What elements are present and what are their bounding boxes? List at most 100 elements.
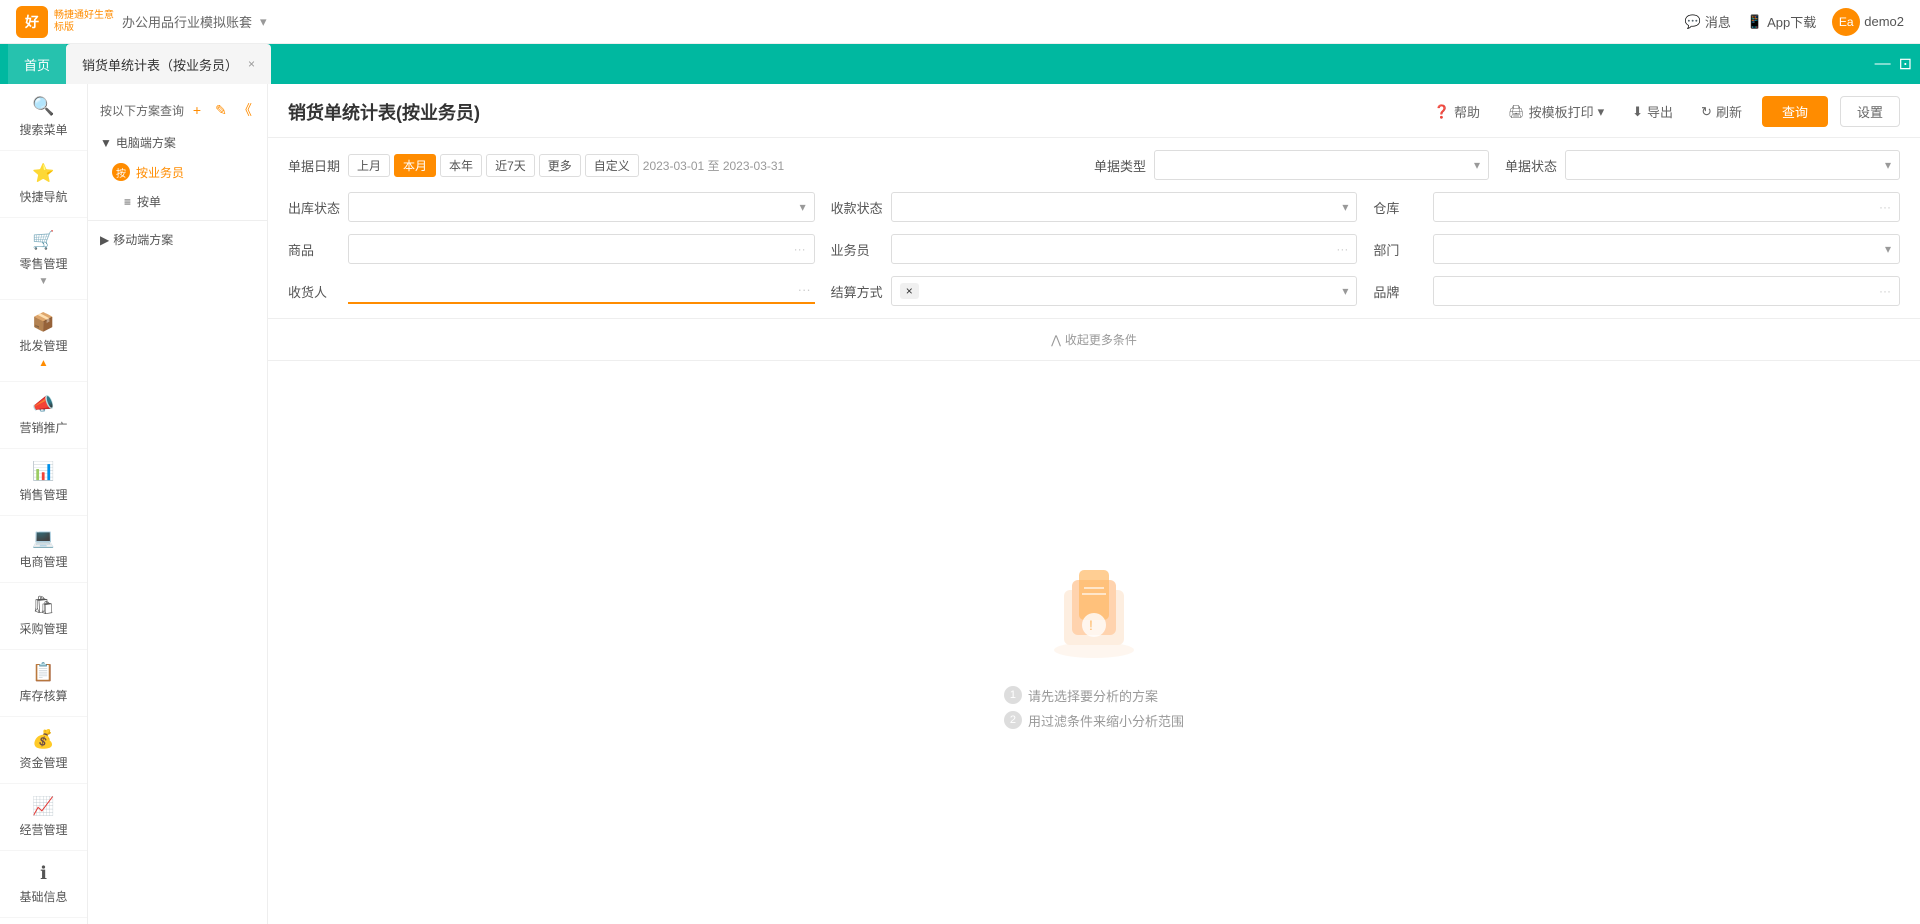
dept-control[interactable]: ▾ xyxy=(1433,234,1900,264)
sidebar-item-ecommerce[interactable]: 💻 电商管理 xyxy=(0,516,87,583)
minimize-btn[interactable]: — xyxy=(1875,54,1891,74)
payment-tag-close-icon[interactable]: × xyxy=(906,284,913,298)
wholesale-expand-icon: ▲ xyxy=(39,358,49,369)
help-btn[interactable]: ❓ 帮助 xyxy=(1426,98,1488,125)
doc-status-select[interactable]: ▾ xyxy=(1565,150,1900,180)
sidebar-item-system[interactable]: ⚙ 系统管理 xyxy=(0,918,87,924)
scheme-item-byorder[interactable]: ≡ 按单 xyxy=(88,187,267,216)
scheme-item-bystaff[interactable]: 按 按业务员 xyxy=(88,157,267,187)
sidebar-item-wholesale[interactable]: 📦 批发管理 ▲ xyxy=(0,300,87,382)
sidebar-item-purchase[interactable]: 🛍 采购管理 xyxy=(0,583,87,650)
date-last-7[interactable]: 近7天 xyxy=(486,154,535,177)
home-tab-label: 首页 xyxy=(24,55,50,74)
payment-label: 结算方式 xyxy=(831,282,883,301)
date-selector: 上月 本月 本年 近7天 更多 自定义 2023-03-01 至 2023-03… xyxy=(348,154,1078,177)
app-download-btn[interactable]: 📱 App下载 xyxy=(1747,12,1816,31)
retail-icon: 🛒 xyxy=(32,230,54,251)
app-name: 办公用品行业模拟账套 ▾ xyxy=(122,12,267,31)
maximize-btn[interactable]: ⊡ xyxy=(1899,54,1912,74)
sidebar-item-inventory[interactable]: 📋 库存核算 xyxy=(0,650,87,717)
doc-status-control[interactable]: ▾ xyxy=(1565,150,1900,180)
recv-status-select[interactable]: ▾ xyxy=(891,192,1358,222)
sidebar-item-sales[interactable]: 📊 销售管理 xyxy=(0,449,87,516)
dropdown-icon[interactable]: ▾ xyxy=(260,14,267,30)
wholesale-icon: 📦 xyxy=(32,312,54,333)
dept-select[interactable]: ▾ xyxy=(1433,234,1900,264)
consignee-input[interactable] xyxy=(348,278,815,304)
settings-btn[interactable]: 设置 xyxy=(1840,96,1900,127)
export-btn[interactable]: ⬇ 导出 xyxy=(1624,98,1681,125)
warehouse-select[interactable]: ··· xyxy=(1433,192,1900,222)
logo-icon: 好 xyxy=(16,6,48,38)
payment-tag: × xyxy=(900,283,919,299)
warehouse-control[interactable]: ··· xyxy=(1433,192,1900,222)
collapse-btn[interactable]: ⋀ 收起更多条件 xyxy=(1039,327,1149,352)
filter-staff: 业务员 ··· xyxy=(831,234,1358,264)
sidebar-label-retail: 零售管理 xyxy=(19,255,67,272)
consignee-control[interactable]: ··· xyxy=(348,278,815,304)
date-this-month[interactable]: 本月 xyxy=(394,154,436,177)
order-icon: ≡ xyxy=(124,195,131,209)
out-status-select[interactable]: ▾ xyxy=(348,192,815,222)
scheme-pc-group-header[interactable]: ▼ 电脑端方案 xyxy=(88,128,267,157)
date-more[interactable]: 更多 xyxy=(539,154,581,177)
brand-select[interactable]: ··· xyxy=(1433,276,1900,306)
brand-control[interactable]: ··· xyxy=(1433,276,1900,306)
sidebar-item-operations[interactable]: 📈 经营管理 xyxy=(0,784,87,851)
date-this-year[interactable]: 本年 xyxy=(440,154,482,177)
recv-status-chevron: ▾ xyxy=(1342,200,1348,214)
sidebar-item-quicknav[interactable]: ⭐ 快捷导航 xyxy=(0,151,87,218)
tab-home[interactable]: 首页 xyxy=(8,44,66,84)
sidebar-item-marketing[interactable]: 📣 营销推广 xyxy=(0,382,87,449)
tab-close-btn[interactable]: × xyxy=(248,57,255,71)
divider xyxy=(88,220,267,221)
scheme-add-btn[interactable]: + xyxy=(187,100,207,120)
user-menu[interactable]: Ea demo2 xyxy=(1832,8,1904,36)
scheme-item-byorder-label: 按单 xyxy=(137,193,161,210)
print-dropdown-icon: ▾ xyxy=(1598,104,1605,120)
warehouse-dots: ··· xyxy=(1879,200,1891,214)
avatar: Ea xyxy=(1832,8,1860,36)
out-status-control[interactable]: ▾ xyxy=(348,192,815,222)
doc-type-select[interactable]: ▾ xyxy=(1154,150,1489,180)
goods-label: 商品 xyxy=(288,240,340,259)
sidebar-label-inventory: 库存核算 xyxy=(19,687,67,704)
staff-select[interactable]: ··· xyxy=(891,234,1358,264)
filter-doc-status: 单据状态 ▾ xyxy=(1505,150,1900,180)
payment-control[interactable]: × ▾ xyxy=(891,276,1358,306)
recv-status-label: 收款状态 xyxy=(831,198,883,217)
date-custom[interactable]: 自定义 xyxy=(585,154,639,177)
doc-status-label: 单据状态 xyxy=(1505,156,1557,175)
sidebar-item-search[interactable]: 🔍 搜索菜单 xyxy=(0,84,87,151)
payment-select[interactable]: × ▾ xyxy=(891,276,1358,306)
message-btn[interactable]: 💬 消息 xyxy=(1685,12,1731,31)
goods-control[interactable]: ··· xyxy=(348,234,815,264)
tab-active[interactable]: 销货单统计表（按业务员） × xyxy=(66,44,271,84)
query-btn[interactable]: 查询 xyxy=(1762,96,1828,127)
sidebar-item-finance[interactable]: 💰 资金管理 xyxy=(0,717,87,784)
export-label: 导出 xyxy=(1647,102,1673,121)
message-label: 消息 xyxy=(1705,12,1731,31)
mobile-group-expand-icon: ▶ xyxy=(100,233,109,247)
scheme-collapse-btn[interactable]: 《 xyxy=(235,100,255,120)
sidebar-label-ecommerce: 电商管理 xyxy=(19,553,67,570)
date-last-month[interactable]: 上月 xyxy=(348,154,390,177)
sidebar-item-basic[interactable]: ℹ 基础信息 xyxy=(0,851,87,918)
sidebar-item-retail[interactable]: 🛒 零售管理 ▼ xyxy=(0,218,87,300)
app-download-label: App下载 xyxy=(1767,12,1816,31)
scheme-header-actions: + ✎ 《 xyxy=(187,100,255,120)
doc-type-label: 单据类型 xyxy=(1094,156,1146,175)
top-bar-right: 💬 消息 📱 App下载 Ea demo2 xyxy=(1685,8,1904,36)
pc-group-label: 电脑端方案 xyxy=(116,134,176,151)
goods-dots: ··· xyxy=(794,242,806,256)
print-btn[interactable]: 🖨 按模板打印 ▾ xyxy=(1500,98,1612,125)
consignee-dots: ··· xyxy=(798,282,811,297)
scheme-mobile-group-header[interactable]: ▶ 移动端方案 xyxy=(88,225,267,254)
tip-2: 2 用过滤条件来缩小分析范围 xyxy=(1004,711,1184,730)
staff-control[interactable]: ··· xyxy=(891,234,1358,264)
doc-type-control[interactable]: ▾ xyxy=(1154,150,1489,180)
recv-status-control[interactable]: ▾ xyxy=(891,192,1358,222)
scheme-edit-btn[interactable]: ✎ xyxy=(211,100,231,120)
refresh-btn[interactable]: ↻ 刷新 xyxy=(1693,98,1750,125)
goods-select[interactable]: ··· xyxy=(348,234,815,264)
